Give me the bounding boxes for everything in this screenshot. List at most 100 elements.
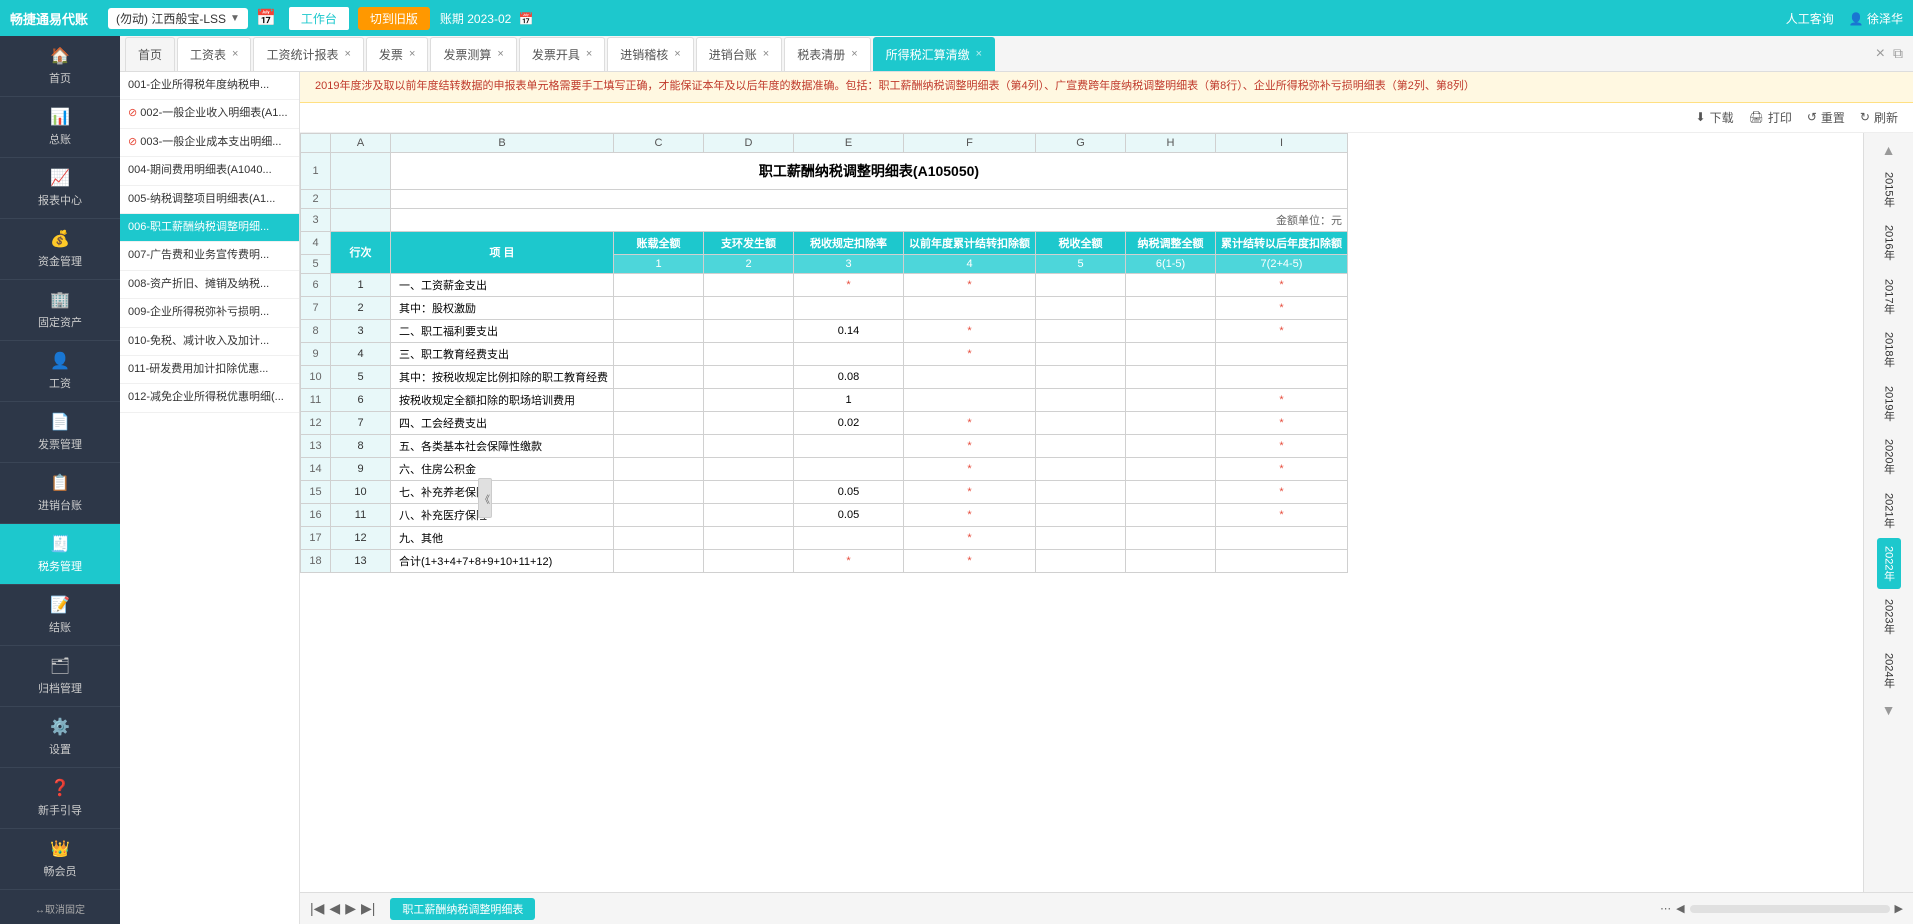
e-6[interactable]: *	[794, 273, 904, 296]
f-11[interactable]	[904, 388, 1036, 411]
c-9[interactable]	[614, 342, 704, 365]
d-17[interactable]	[704, 526, 794, 549]
g-14[interactable]	[1036, 457, 1126, 480]
left-panel-item-003[interactable]: ⊘003-一般企业成本支出明细...	[120, 129, 299, 157]
old-version-button[interactable]: 切到旧版	[358, 7, 430, 30]
tab-income-tax[interactable]: 所得税汇算清缴 ×	[873, 37, 995, 71]
g-7[interactable]	[1036, 296, 1126, 319]
sidebar-item-archive[interactable]: 🗂 归档管理	[0, 646, 120, 707]
d-14[interactable]	[704, 457, 794, 480]
left-panel-item-005[interactable]: 005-纳税调整项目明细表(A1...	[120, 186, 299, 214]
c-16[interactable]	[614, 503, 704, 526]
c-10[interactable]	[614, 365, 704, 388]
horizontal-scrollbar[interactable]	[1690, 905, 1890, 913]
f-16[interactable]: *	[904, 503, 1036, 526]
sidebar-item-ledger[interactable]: 📊 总账	[0, 97, 120, 158]
period-calendar-icon[interactable]: 📅	[519, 12, 534, 26]
h-6[interactable]	[1126, 273, 1216, 296]
c-7[interactable]	[614, 296, 704, 319]
sidebar-item-invoice[interactable]: 📄 发票管理	[0, 402, 120, 463]
year-2021[interactable]: 2021年	[1877, 485, 1901, 536]
h-7[interactable]	[1126, 296, 1216, 319]
i-8[interactable]: *	[1216, 319, 1348, 342]
tab-ledger[interactable]: 进销台账 ×	[696, 37, 782, 71]
g-10[interactable]	[1036, 365, 1126, 388]
e-13[interactable]	[794, 434, 904, 457]
f-6[interactable]: *	[904, 273, 1036, 296]
e-11[interactable]: 1	[794, 388, 904, 411]
support-link[interactable]: 人工客询	[1786, 10, 1834, 27]
sidebar-item-home[interactable]: 🏠 首页	[0, 36, 120, 97]
year-2018[interactable]: 2018年	[1877, 324, 1901, 375]
i-7[interactable]: *	[1216, 296, 1348, 319]
c-17[interactable]	[614, 526, 704, 549]
sidebar-item-salary[interactable]: 👤 工资	[0, 341, 120, 402]
tab-invoice-close[interactable]: ×	[409, 48, 415, 60]
left-panel-item-006[interactable]: 006-职工薪酬纳税调整明细...	[120, 214, 299, 242]
year-2016[interactable]: 2016年	[1877, 217, 1901, 268]
d-7[interactable]	[704, 296, 794, 319]
c-6[interactable]	[614, 273, 704, 296]
sidebar-item-purchase-sales[interactable]: 📋 进销台账	[0, 463, 120, 524]
d-12[interactable]	[704, 411, 794, 434]
g-6[interactable]	[1036, 273, 1126, 296]
d-11[interactable]	[704, 388, 794, 411]
h-14[interactable]	[1126, 457, 1216, 480]
tab-home[interactable]: 首页	[125, 37, 175, 71]
year-2017[interactable]: 2017年	[1877, 271, 1901, 322]
item-11[interactable]: 按税收规定全额扣除的职场培训费用	[391, 388, 614, 411]
i-12[interactable]: *	[1216, 411, 1348, 434]
e-18[interactable]: *	[794, 549, 904, 572]
sidebar-item-member[interactable]: 👑 畅会员	[0, 829, 120, 890]
d-16[interactable]	[704, 503, 794, 526]
tab-invoice-calc[interactable]: 发票测算 ×	[430, 37, 516, 71]
i-6[interactable]: *	[1216, 273, 1348, 296]
item-8[interactable]: 二、职工福利要支出	[391, 319, 614, 342]
h-15[interactable]	[1126, 480, 1216, 503]
sheet-prev-first[interactable]: |◀	[310, 900, 324, 917]
left-panel-item-010[interactable]: 010-免税、减计收入及加计...	[120, 328, 299, 356]
h-13[interactable]	[1126, 434, 1216, 457]
item-9[interactable]: 三、职工教育经费支出	[391, 342, 614, 365]
e-17[interactable]	[794, 526, 904, 549]
tab-audit-close[interactable]: ×	[674, 48, 680, 60]
h-16[interactable]	[1126, 503, 1216, 526]
tab-audit[interactable]: 进销稽核 ×	[607, 37, 693, 71]
year-2015[interactable]: 2015年	[1877, 164, 1901, 215]
left-panel-item-012[interactable]: 012-减免企业所得税优惠明细(...	[120, 384, 299, 412]
d-18[interactable]	[704, 549, 794, 572]
item-10[interactable]: 其中：按税收规定比例扣除的职工教育经费	[391, 365, 614, 388]
g-17[interactable]	[1036, 526, 1126, 549]
left-panel-item-008[interactable]: 008-资产折旧、摊销及纳税...	[120, 271, 299, 299]
year-2023[interactable]: 2023年	[1877, 591, 1901, 642]
g-16[interactable]	[1036, 503, 1126, 526]
h-10[interactable]	[1126, 365, 1216, 388]
d-13[interactable]	[704, 434, 794, 457]
tab-payroll-stats[interactable]: 工资统计报表 ×	[253, 37, 363, 71]
f-7[interactable]	[904, 296, 1036, 319]
c-14[interactable]	[614, 457, 704, 480]
e-14[interactable]	[794, 457, 904, 480]
item-12[interactable]: 四、工会经费支出	[391, 411, 614, 434]
g-18[interactable]	[1036, 549, 1126, 572]
item-15[interactable]: 七、补充养老保险	[391, 480, 614, 503]
i-14[interactable]: *	[1216, 457, 1348, 480]
d-6[interactable]	[704, 273, 794, 296]
item-13[interactable]: 五、各类基本社会保障性缴款	[391, 434, 614, 457]
left-panel-item-011[interactable]: 011-研发费用加计扣除优惠...	[120, 356, 299, 384]
tab-ledger-close[interactable]: ×	[763, 48, 769, 60]
g-8[interactable]	[1036, 319, 1126, 342]
h-17[interactable]	[1126, 526, 1216, 549]
item-18[interactable]: 合计(1+3+4+7+8+9+10+11+12)	[391, 549, 614, 572]
sidebar-item-settings[interactable]: ⚙️ 设置	[0, 707, 120, 768]
unpin-button[interactable]: ↔取消固定	[0, 893, 120, 924]
h-8[interactable]	[1126, 319, 1216, 342]
f-8[interactable]: *	[904, 319, 1036, 342]
tab-tax-register[interactable]: 税表清册 ×	[784, 37, 870, 71]
g-12[interactable]	[1036, 411, 1126, 434]
download-button[interactable]: ⬇ 下载	[1696, 109, 1734, 126]
left-panel-item-001[interactable]: 001-企业所得税年度纳税申...	[120, 72, 299, 100]
c-18[interactable]	[614, 549, 704, 572]
e-7[interactable]	[794, 296, 904, 319]
sidebar-item-assets[interactable]: 🏢 固定资产	[0, 280, 120, 341]
